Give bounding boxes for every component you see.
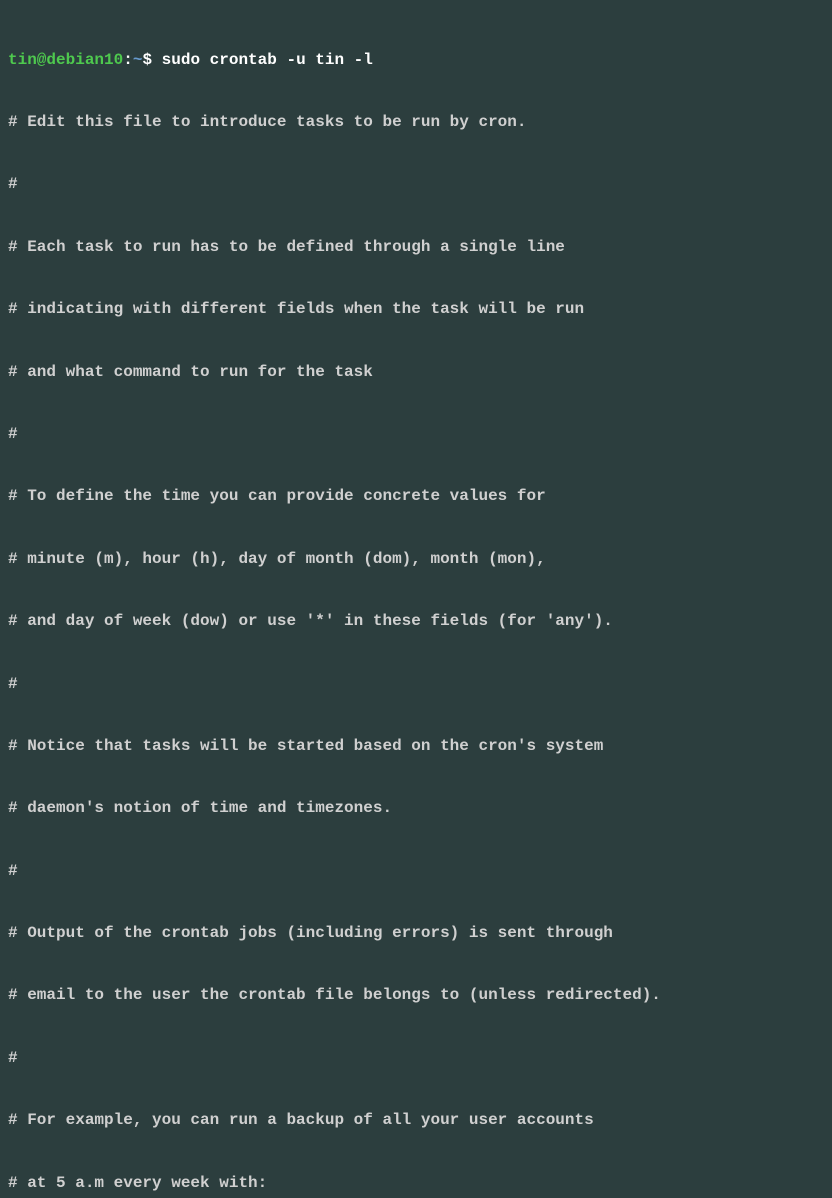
output-line: # [8, 674, 824, 695]
output-line: # To define the time you can provide con… [8, 486, 824, 507]
output-line: # [8, 174, 824, 195]
output-line: # [8, 861, 824, 882]
prompt-line: tin@debian10:~$ sudo crontab -u tin -l [8, 50, 824, 71]
output-line: # For example, you can run a backup of a… [8, 1110, 824, 1131]
output-line: # Each task to run has to be defined thr… [8, 237, 824, 258]
output-line: # Notice that tasks will be started base… [8, 736, 824, 757]
output-line: # Output of the crontab jobs (including … [8, 923, 824, 944]
terminal-output[interactable]: tin@debian10:~$ sudo crontab -u tin -l #… [8, 8, 824, 1198]
prompt-user: tin@debian10 [8, 51, 123, 69]
output-line: # indicating with different fields when … [8, 299, 824, 320]
prompt-path: ~ [133, 51, 143, 69]
command-text: sudo crontab -u tin -l [162, 51, 373, 69]
output-line: # and day of week (dow) or use '*' in th… [8, 611, 824, 632]
prompt-separator: : [123, 51, 133, 69]
output-line: # [8, 1048, 824, 1069]
output-line: # Edit this file to introduce tasks to b… [8, 112, 824, 133]
prompt-symbol: $ [142, 51, 161, 69]
output-line: # daemon's notion of time and timezones. [8, 798, 824, 819]
output-line: # [8, 424, 824, 445]
output-line: # minute (m), hour (h), day of month (do… [8, 549, 824, 570]
output-line: # email to the user the crontab file bel… [8, 985, 824, 1006]
output-line: # at 5 a.m every week with: [8, 1173, 824, 1194]
output-line: # and what command to run for the task [8, 362, 824, 383]
